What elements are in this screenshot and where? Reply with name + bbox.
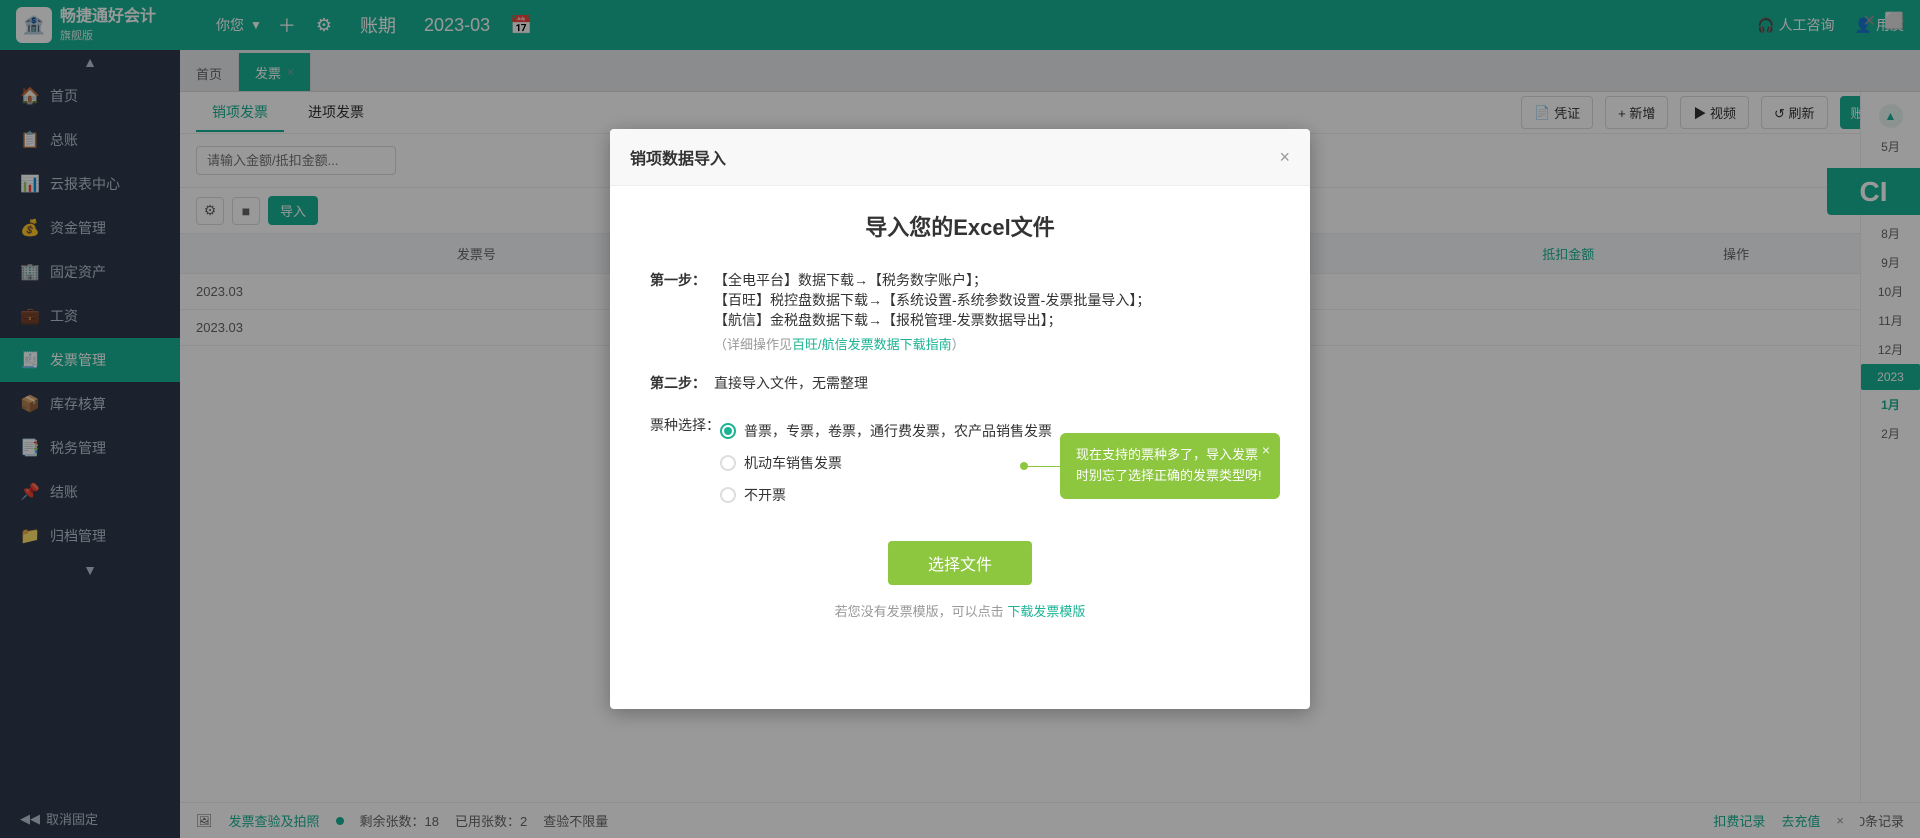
step1-line1: 【全电平台】数据下载→【税务数字账户】； bbox=[714, 270, 1150, 290]
radio-none-label: 不开票 bbox=[744, 485, 786, 505]
import-modal: 销项数据导入 × 导入您的Excel文件 第一步： 【全电平台】数据下载→【税务… bbox=[610, 129, 1310, 709]
modal-header: 销项数据导入 × bbox=[610, 129, 1310, 186]
tooltip-text: 现在支持的票种多了，导入发票时别忘了选择正确的发票类型呀! bbox=[1076, 447, 1262, 483]
step1-line3: 【航信】金税盘数据下载→【报税管理-发票数据导出】； bbox=[714, 310, 1150, 330]
radio-none[interactable]: 不开票 bbox=[720, 485, 1052, 505]
tooltip-line bbox=[1024, 466, 1064, 467]
radio-none-circle bbox=[720, 487, 736, 503]
radio-normal-circle bbox=[720, 423, 736, 439]
tooltip-area: × 现在支持的票种多了，导入发票时别忘了选择正确的发票类型呀! bbox=[1060, 433, 1280, 499]
step1-label: 第一步： bbox=[650, 270, 706, 353]
step1-section: 第一步： 【全电平台】数据下载→【税务数字账户】； 【百旺】税控盘数据下载→【系… bbox=[650, 270, 1270, 353]
modal-footer: 若您没有发票模版，可以点击 下载发票模版 bbox=[650, 601, 1270, 620]
radio-motor[interactable]: 机动车销售发票 bbox=[720, 453, 1052, 473]
radio-label: 票种选择： bbox=[650, 415, 720, 435]
radio-motor-label: 机动车销售发票 bbox=[744, 453, 842, 473]
radio-motor-circle bbox=[720, 455, 736, 471]
select-file-btn[interactable]: 选择文件 bbox=[888, 541, 1032, 585]
radio-normal-label: 普票，专票，卷票，通行费发票，农产品销售发票 bbox=[744, 421, 1052, 441]
modal-overlay: 销项数据导入 × 导入您的Excel文件 第一步： 【全电平台】数据下载→【税务… bbox=[0, 0, 1920, 838]
modal-title: 销项数据导入 bbox=[630, 145, 726, 169]
step2-section: 第二步： 直接导入文件，无需整理 bbox=[650, 373, 1270, 393]
modal-close-btn[interactable]: × bbox=[1279, 147, 1290, 168]
radio-container: 票种选择： 普票，专票，卷票，通行费发票，农产品销售发票 机动车销售发票 bbox=[650, 413, 1270, 517]
tooltip-close-btn[interactable]: × bbox=[1262, 439, 1270, 461]
step1-link-area: （详细操作见百旺/航信发票数据下载指南） bbox=[714, 334, 1150, 353]
modal-body: 导入您的Excel文件 第一步： 【全电平台】数据下载→【税务数字账户】； 【百… bbox=[610, 186, 1310, 650]
radio-group: 普票，专票，卷票，通行费发票，农产品销售发票 机动车销售发票 不开票 bbox=[720, 421, 1052, 517]
step1-guide-link[interactable]: 百旺/航信发票数据下载指南 bbox=[792, 337, 952, 352]
radio-normal[interactable]: 普票，专票，卷票，通行费发票，农产品销售发票 bbox=[720, 421, 1052, 441]
step1-line2: 【百旺】税控盘数据下载→【系统设置-系统参数设置-发票批量导入】； bbox=[714, 290, 1150, 310]
tooltip-bubble: × 现在支持的票种多了，导入发票时别忘了选择正确的发票类型呀! bbox=[1060, 433, 1280, 499]
step2-label: 第二步： bbox=[650, 373, 706, 393]
modal-footer-text: 若您没有发票模版，可以点击 bbox=[835, 604, 1004, 619]
modal-main-title: 导入您的Excel文件 bbox=[650, 210, 1270, 242]
download-template-link[interactable]: 下载发票模版 bbox=[1007, 604, 1085, 619]
step2-text: 直接导入文件，无需整理 bbox=[714, 373, 868, 393]
